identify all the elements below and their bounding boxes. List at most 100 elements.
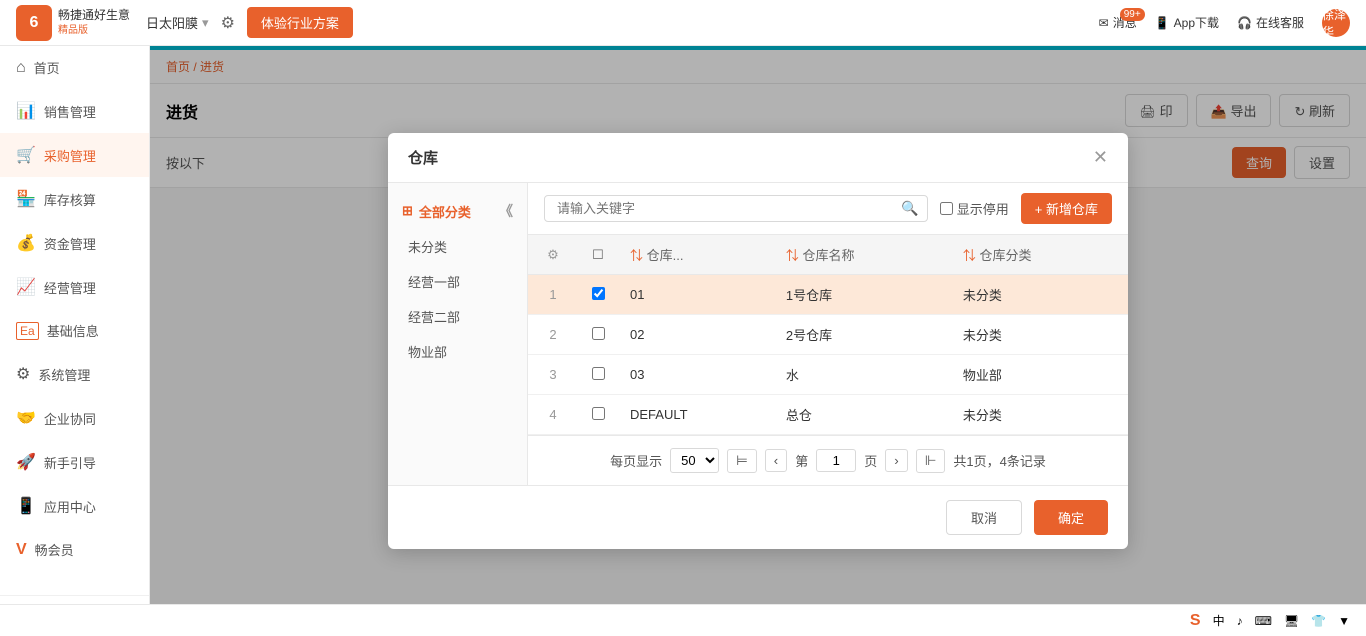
page-number-input[interactable] — [816, 449, 856, 472]
sidebar-item-purchase[interactable]: 🛒 采购管理 — [0, 133, 149, 177]
per-page-label: 每页显示 — [610, 451, 662, 470]
topbar-right: ✉ 消息 99+ 📱 App下载 🎧 在线客服 徐泽华 — [1099, 9, 1350, 37]
row-name-1: 1号仓库 — [774, 275, 951, 315]
row-num-3: 3 — [528, 355, 578, 395]
statusbar-shirt: 👕 — [1311, 614, 1326, 628]
modal-overlay: 仓库 ✕ ⊞ 全部分类 《 未分类 经营一部 经营二部 — [150, 46, 1366, 636]
first-page-button[interactable]: ⊨ — [727, 449, 757, 473]
message-badge: 99+ — [1120, 8, 1145, 21]
dialog-footer: 取消 确定 — [388, 485, 1128, 549]
table-row[interactable]: 1 01 1号仓库 未分类 — [528, 275, 1128, 315]
category-unclassified[interactable]: 未分类 — [388, 229, 527, 264]
col-header-code: ⇅ 仓库... — [618, 235, 774, 275]
trial-button[interactable]: 体验行业方案 — [247, 7, 353, 38]
sidebar-label-enterprise: 企业协同 — [44, 409, 96, 428]
sidebar-item-system[interactable]: ⚙ 系统管理 — [0, 352, 149, 396]
category-property[interactable]: 物业部 — [388, 334, 527, 369]
finance-icon: 💰 — [16, 233, 36, 253]
statusbar-arrow: ▼ — [1338, 614, 1350, 628]
page-label: 第 — [795, 451, 808, 470]
inventory-icon: 🏪 — [16, 189, 36, 209]
search-icon[interactable]: 🔍 — [901, 200, 918, 217]
sidebar-label-finance: 资金管理 — [44, 234, 96, 253]
apps-icon: 📱 — [16, 496, 36, 516]
prev-page-button[interactable]: ‹ — [765, 449, 787, 472]
home-icon: ⌂ — [16, 59, 26, 77]
sidebar-label-guide: 新手引导 — [44, 453, 96, 472]
sidebar-item-apps[interactable]: 📱 应用中心 — [0, 484, 149, 528]
store-selector[interactable]: 日太阳膜 ▾ — [146, 13, 209, 32]
mobile-icon: 📱 — [1155, 16, 1170, 30]
table-row[interactable]: 3 03 水 物业部 — [528, 355, 1128, 395]
sidebar-item-enterprise[interactable]: 🤝 企业协同 — [0, 396, 149, 440]
row-check-1[interactable] — [578, 275, 618, 315]
sidebar-item-operations[interactable]: 📈 经营管理 — [0, 265, 149, 309]
add-warehouse-button[interactable]: + 新增仓库 — [1021, 193, 1112, 224]
search-box: 🔍 — [544, 195, 928, 222]
topbar: 6 畅捷通好生意 精品版 日太阳膜 ▾ ⚙ 体验行业方案 ✉ 消息 99+ 📱 … — [0, 0, 1366, 46]
sidebar-item-sales[interactable]: 📊 销售管理 — [0, 89, 149, 133]
table-row[interactable]: 4 DEFAULT 总仓 未分类 — [528, 395, 1128, 435]
logo-area: 6 畅捷通好生意 精品版 — [16, 5, 130, 41]
row-category-4: 未分类 — [951, 395, 1128, 435]
avatar: 徐泽华 — [1322, 9, 1350, 37]
dialog-close-button[interactable]: ✕ — [1093, 147, 1108, 168]
sidebar-item-vip[interactable]: V 畅会员 — [0, 528, 149, 571]
page-suffix: 页 — [864, 451, 877, 470]
statusbar: S 中 ♪ ⌨ 🖥 👕 ▼ — [0, 604, 1366, 636]
sort-icon: ⇅ — [630, 248, 643, 263]
dialog-category-header: ⊞ 全部分类 《 — [388, 193, 527, 229]
table-row[interactable]: 2 02 2号仓库 未分类 — [528, 315, 1128, 355]
system-icon: ⚙ — [16, 364, 30, 384]
confirm-button[interactable]: 确定 — [1034, 500, 1108, 535]
category-ops2[interactable]: 经营二部 — [388, 299, 527, 334]
grid-icon: ⊞ — [402, 203, 413, 219]
sidebar-label-vip: 畅会员 — [35, 540, 74, 559]
col-header-category: ⇅ 仓库分类 — [951, 235, 1128, 275]
collapse-button[interactable]: 《 — [499, 201, 513, 221]
show-disabled-checkbox[interactable] — [940, 202, 953, 215]
col-header-gear: ⚙ — [528, 235, 578, 275]
enterprise-icon: 🤝 — [16, 408, 36, 428]
cancel-button[interactable]: 取消 — [946, 500, 1022, 535]
row-code-4: DEFAULT — [618, 395, 774, 435]
sidebar-item-home[interactable]: ⌂ 首页 — [0, 46, 149, 89]
dialog-body: ⊞ 全部分类 《 未分类 经营一部 经营二部 物业部 — [388, 183, 1128, 485]
statusbar-lang[interactable]: 中 — [1213, 612, 1225, 629]
row-check-2[interactable] — [578, 315, 618, 355]
row-code-1: 01 — [618, 275, 774, 315]
main-layout: ⌂ 首页 📊 销售管理 🛒 采购管理 🏪 库存核算 💰 资金管理 📈 经营管理 … — [0, 46, 1366, 636]
sidebar-item-basics[interactable]: Ea 基础信息 — [0, 309, 149, 352]
message-item[interactable]: ✉ 消息 99+ — [1099, 14, 1137, 31]
message-icon: ✉ — [1099, 16, 1109, 30]
basics-icon: Ea — [16, 322, 39, 340]
row-code-2: 02 — [618, 315, 774, 355]
row-check-3[interactable] — [578, 355, 618, 395]
settings-icon[interactable]: ⚙ — [221, 13, 235, 33]
user-item[interactable]: 徐泽华 — [1322, 9, 1350, 37]
sidebar-item-inventory[interactable]: 🏪 库存核算 — [0, 177, 149, 221]
headset-icon: 🎧 — [1237, 16, 1252, 30]
row-code-3: 03 — [618, 355, 774, 395]
row-category-1: 未分类 — [951, 275, 1128, 315]
last-page-button[interactable]: ⊩ — [916, 449, 946, 473]
warehouse-dialog: 仓库 ✕ ⊞ 全部分类 《 未分类 经营一部 经营二部 — [388, 133, 1128, 549]
sidebar-item-guide[interactable]: 🚀 新手引导 — [0, 440, 149, 484]
purchase-icon: 🛒 — [16, 145, 36, 165]
guide-icon: 🚀 — [16, 452, 36, 472]
sidebar-item-finance[interactable]: 💰 资金管理 — [0, 221, 149, 265]
search-input[interactable] — [553, 196, 901, 221]
app-download-item[interactable]: 📱 App下载 — [1155, 14, 1219, 31]
row-check-4[interactable] — [578, 395, 618, 435]
show-disabled-label[interactable]: 显示停用 — [940, 199, 1009, 218]
dialog-toolbar: 🔍 显示停用 + 新增仓库 — [528, 183, 1128, 235]
all-category-label[interactable]: 全部分类 — [419, 202, 471, 221]
online-service-item[interactable]: 🎧 在线客服 — [1237, 14, 1304, 31]
per-page-select[interactable]: 50 — [670, 448, 719, 473]
category-ops1[interactable]: 经营一部 — [388, 264, 527, 299]
store-dropdown-arrow: ▾ — [202, 15, 209, 31]
sort-icon2: ⇅ — [786, 248, 799, 263]
sidebar-label-purchase: 采购管理 — [44, 146, 96, 165]
sidebar-label-apps: 应用中心 — [44, 497, 96, 516]
next-page-button[interactable]: › — [885, 449, 907, 472]
